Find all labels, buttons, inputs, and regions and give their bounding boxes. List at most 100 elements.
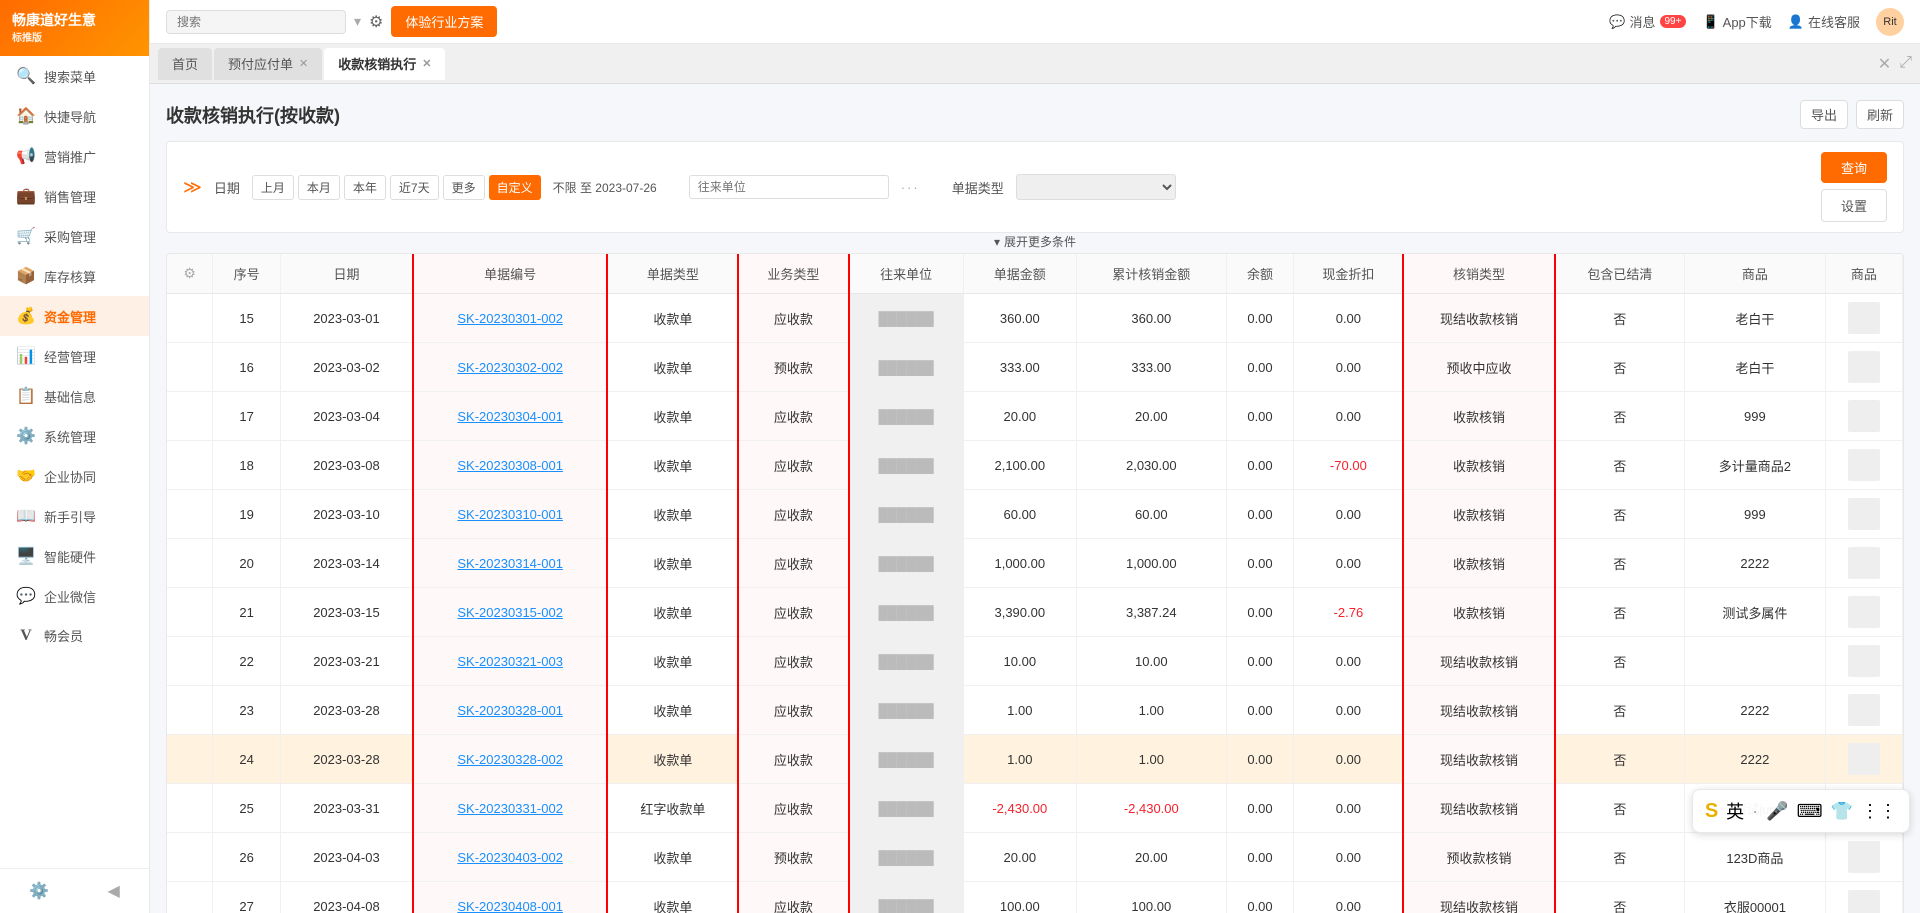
cell-cumulative-cancel: 20.00 — [1076, 392, 1226, 441]
sidebar-item-hardware[interactable]: 🖥️ 智能硬件 — [0, 536, 149, 576]
cell-include-settled: 否 — [1555, 392, 1685, 441]
cell-doc-no[interactable]: SK-20230403-002 — [413, 833, 608, 882]
toolbar-keyboard-icon[interactable]: ⌨ — [1797, 801, 1823, 822]
user-avatar[interactable]: Rit — [1876, 8, 1904, 36]
toolbar-en-icon[interactable]: 英 — [1726, 798, 1744, 824]
doc-no-link[interactable]: SK-20230314-001 — [457, 556, 563, 571]
tab-expand-icon[interactable]: ⤢ — [1899, 54, 1912, 74]
sidebar-item-sales[interactable]: 💼 销售管理 — [0, 176, 149, 216]
page-title-text: 收款核销执行(按收款) — [166, 102, 340, 128]
cell-include-settled: 否 — [1555, 294, 1685, 343]
doc-no-link[interactable]: SK-20230310-001 — [457, 507, 563, 522]
sidebar-item-marketing[interactable]: 📢 营销推广 — [0, 136, 149, 176]
sidebar-item-purchase[interactable]: 🛒 采购管理 — [0, 216, 149, 256]
custom-date-button[interactable]: 自定义 — [489, 175, 541, 200]
cell-doc-no[interactable]: SK-20230408-001 — [413, 882, 608, 913]
cell-cash-discount: 0.00 — [1294, 490, 1404, 539]
this-month-button[interactable]: 本月 — [298, 175, 340, 200]
toolbar-shirt-icon[interactable]: 👕 — [1831, 801, 1853, 822]
cell-doc-no[interactable]: SK-20230321-003 — [413, 637, 608, 686]
tab-receipt-exec[interactable]: 收款核销执行 ✕ — [324, 48, 445, 80]
cell-product2 — [1825, 392, 1902, 441]
export-button[interactable]: 导出 — [1800, 100, 1848, 129]
sidebar-item-inventory[interactable]: 📦 库存核算 — [0, 256, 149, 296]
cell-cancel-type: 收款核销 — [1403, 490, 1554, 539]
query-button[interactable]: 查询 — [1821, 152, 1887, 183]
toolbar-grid-icon[interactable]: ⋮⋮ — [1861, 801, 1897, 822]
last-7days-button[interactable]: 近7天 — [390, 175, 439, 200]
doc-type-select[interactable] — [1016, 174, 1176, 200]
cell-no: 21 — [213, 588, 281, 637]
cell-doc-no[interactable]: SK-20230310-001 — [413, 490, 608, 539]
sidebar-item-enterprise-wechat[interactable]: 💬 企业微信 — [0, 576, 149, 616]
toolbar-mic-icon[interactable]: 🎤 — [1766, 801, 1788, 822]
partner-filter-input[interactable] — [689, 175, 889, 199]
cell-doc-no[interactable]: SK-20230328-002 — [413, 735, 608, 784]
cell-doc-no[interactable]: SK-20230314-001 — [413, 539, 608, 588]
sidebar-item-base-info[interactable]: 📋 基础信息 — [0, 376, 149, 416]
sidebar-item-beginner[interactable]: 📖 新手引导 — [0, 496, 149, 536]
cell-doc-amount: 2,100.00 — [963, 441, 1076, 490]
tab-close-all-icon[interactable]: ✕ — [1878, 54, 1891, 74]
doc-no-link[interactable]: SK-20230308-001 — [457, 458, 563, 473]
expand-more-conditions[interactable]: ▾ 展开更多条件 — [994, 233, 1076, 250]
sidebar-item-finance[interactable]: 💰 资金管理 — [0, 296, 149, 336]
sidebar-collapse-btn[interactable]: ◀ — [99, 877, 127, 905]
cell-cash-discount: -2.76 — [1294, 588, 1404, 637]
cell-doc-no[interactable]: SK-20230331-002 — [413, 784, 608, 833]
tab-home[interactable]: 首页 — [158, 48, 212, 80]
industry-solution-button[interactable]: 体验行业方案 — [391, 6, 497, 37]
cell-doc-no[interactable]: SK-20230302-002 — [413, 343, 608, 392]
doc-no-link[interactable]: SK-20230331-002 — [457, 801, 563, 816]
cell-doc-no[interactable]: SK-20230308-001 — [413, 441, 608, 490]
cell-biz-type: 应收款 — [738, 784, 848, 833]
gear-icon[interactable]: ⚙ — [369, 12, 383, 32]
cell-doc-type: 收款单 — [607, 833, 738, 882]
cell-settings — [167, 294, 213, 343]
doc-no-link[interactable]: SK-20230328-002 — [457, 752, 563, 767]
doc-no-link[interactable]: SK-20230301-002 — [457, 311, 563, 326]
message-icon: 💬 — [1609, 14, 1625, 30]
sidebar-item-vip[interactable]: V 畅会员 — [0, 616, 149, 655]
cell-doc-no[interactable]: SK-20230301-002 — [413, 294, 608, 343]
sidebar-item-operations[interactable]: 📊 经营管理 — [0, 336, 149, 376]
col-biz-type: 业务类型 — [738, 254, 848, 294]
doc-no-link[interactable]: SK-20230315-002 — [457, 605, 563, 620]
sidebar-item-search-menu[interactable]: 🔍 搜索菜单 — [0, 56, 149, 96]
doc-no-link[interactable]: SK-20230408-001 — [457, 899, 563, 913]
data-table-container: ⚙ 序号 日期 单据编号 单据类型 业务类型 往来单位 单据金额 累计核销金额 … — [166, 253, 1904, 913]
cell-doc-no[interactable]: SK-20230328-001 — [413, 686, 608, 735]
tab-receipt-exec-close[interactable]: ✕ — [422, 57, 431, 70]
online-service-button[interactable]: 👤 在线客服 — [1788, 12, 1860, 31]
doc-no-link[interactable]: SK-20230304-001 — [457, 409, 563, 424]
app-download-button[interactable]: 📱 App下载 — [1702, 12, 1771, 31]
doc-no-link[interactable]: SK-20230403-002 — [457, 850, 563, 865]
sidebar-item-quick-nav[interactable]: 🏠 快捷导航 — [0, 96, 149, 136]
filter-toggle-button[interactable]: ≫ — [183, 177, 202, 198]
col-settings[interactable]: ⚙ — [167, 254, 213, 294]
table-settings-icon[interactable]: ⚙ — [183, 265, 196, 281]
doc-no-link[interactable]: SK-20230328-001 — [457, 703, 563, 718]
cell-doc-type: 收款单 — [607, 588, 738, 637]
more-dates-button[interactable]: 更多 — [443, 175, 485, 200]
tab-pre-payment-close[interactable]: ✕ — [299, 57, 308, 70]
this-year-button[interactable]: 本年 — [344, 175, 386, 200]
refresh-button[interactable]: 刷新 — [1856, 100, 1904, 129]
message-button[interactable]: 💬 消息 99+ — [1609, 12, 1686, 31]
cell-doc-no[interactable]: SK-20230315-002 — [413, 588, 608, 637]
chevron-down-icon: ▾ — [994, 235, 1000, 249]
search-input[interactable] — [166, 10, 346, 34]
sidebar-item-system[interactable]: ⚙️ 系统管理 — [0, 416, 149, 456]
sidebar-settings-btn[interactable]: ⚙️ — [21, 877, 57, 905]
cell-date: 2023-03-04 — [281, 392, 413, 441]
sidebar-item-enterprise-collab[interactable]: 🤝 企业协同 — [0, 456, 149, 496]
doc-no-link[interactable]: SK-20230302-002 — [457, 360, 563, 375]
cell-doc-no[interactable]: SK-20230304-001 — [413, 392, 608, 441]
filter-settings-button[interactable]: 设置 — [1821, 189, 1887, 222]
cell-doc-amount: 100.00 — [963, 882, 1076, 913]
last-month-button[interactable]: 上月 — [252, 175, 294, 200]
doc-no-link[interactable]: SK-20230321-003 — [457, 654, 563, 669]
tab-pre-payment[interactable]: 预付应付单 ✕ — [214, 48, 322, 80]
cell-settings — [167, 735, 213, 784]
hardware-icon: 🖥️ — [16, 546, 36, 566]
